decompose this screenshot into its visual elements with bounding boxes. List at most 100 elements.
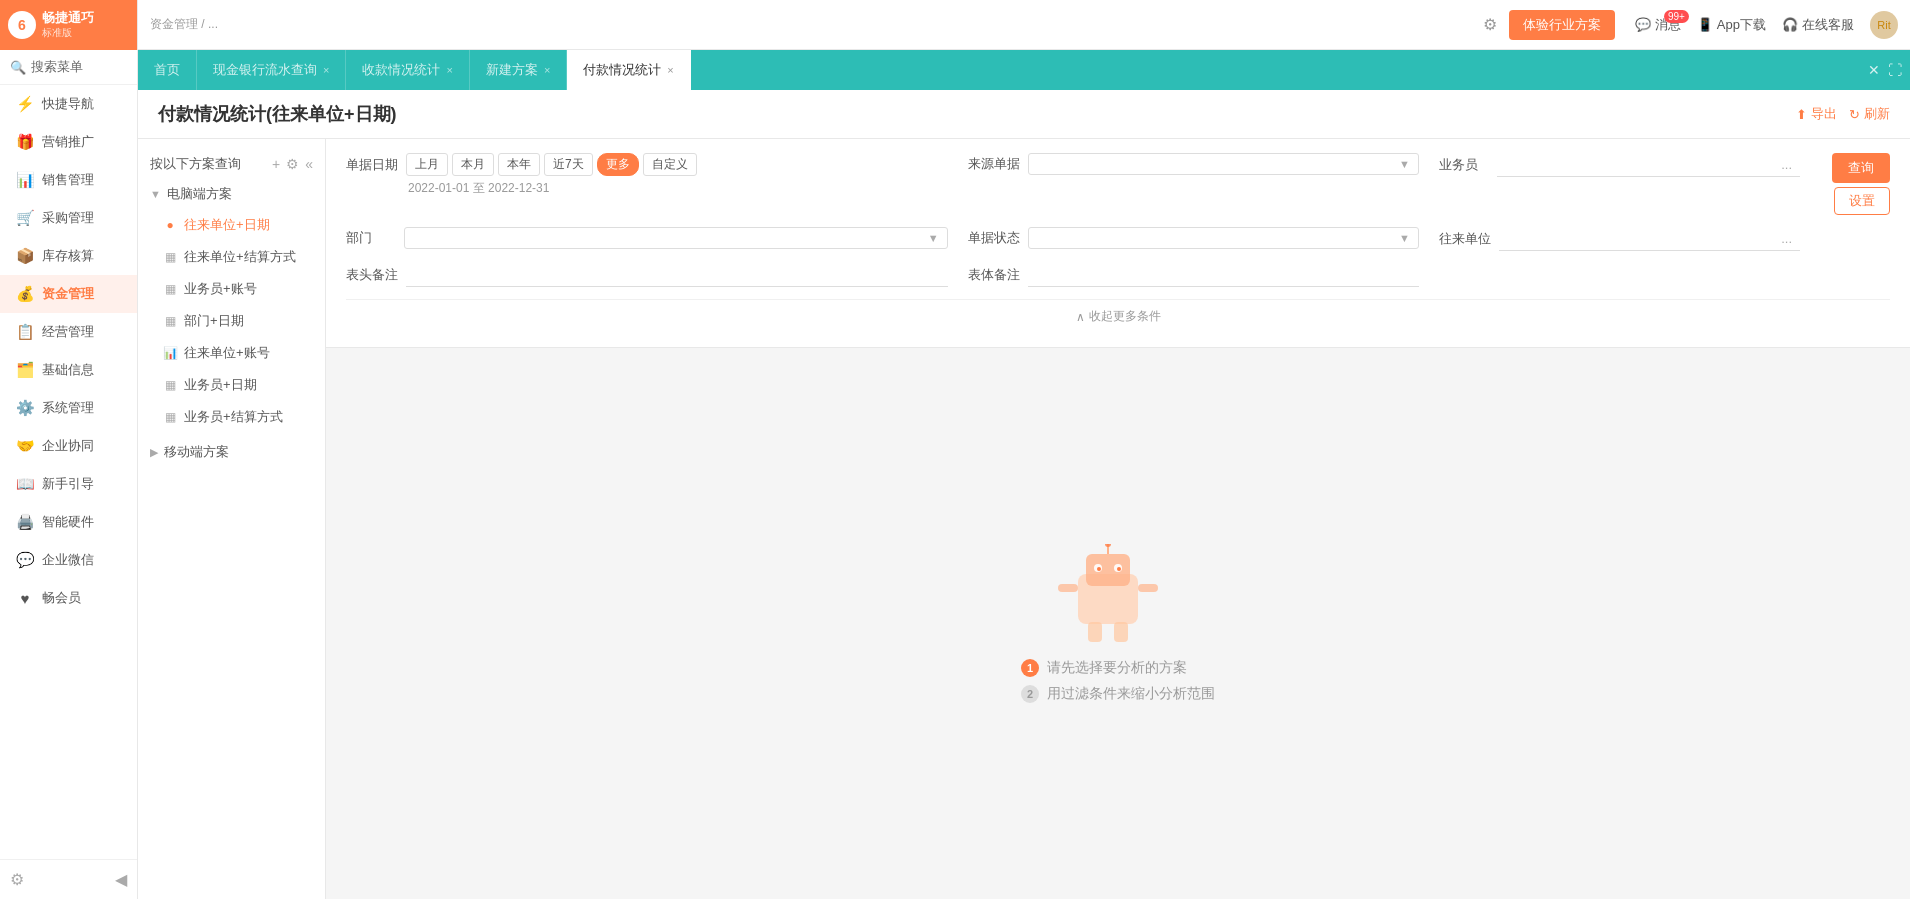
date-btn-custom[interactable]: 自定义 [643, 153, 697, 176]
tabbar: 首页 现金银行流水查询 × 收款情况统计 × 新建方案 × 付款情况统计 × ✕… [138, 50, 1910, 90]
empty-state: 1 请先选择要分析的方案 2 用过滤条件来缩小分析范围 [326, 348, 1910, 899]
mobile-group-label: 移动端方案 [164, 443, 229, 461]
sidebar-item-basic-info[interactable]: 🗂️ 基础信息 [0, 351, 137, 389]
search-menu-item[interactable]: 🔍 搜索菜单 [0, 50, 137, 85]
sidebar-item-finance[interactable]: 💰 资金管理 [0, 275, 137, 313]
app-download-button[interactable]: 📱 App下载 [1697, 16, 1766, 34]
scheme-settings-icon[interactable]: ⚙ [286, 156, 299, 172]
sidebar-brand: 畅捷通巧 标准版 [42, 10, 94, 40]
scheme-item-staff-settlement[interactable]: ▦ 业务员+结算方式 [138, 401, 325, 433]
tab-cash-flow-close[interactable]: × [323, 64, 329, 76]
export-button[interactable]: ⬆ 导出 [1796, 105, 1837, 123]
sidebar-item-label: 基础信息 [42, 361, 94, 379]
weixin-icon: 💬 [16, 551, 34, 569]
collapse-filter-bar[interactable]: ∧ 收起更多条件 [346, 299, 1890, 333]
filter-settings-button[interactable]: 设置 [1834, 187, 1890, 215]
sidebar-item-operation[interactable]: 📋 经营管理 [0, 313, 137, 351]
add-scheme-icon[interactable]: + [272, 156, 280, 172]
collapse-icon: ∧ [1076, 310, 1085, 324]
sidebar-item-sales[interactable]: 📊 销售管理 [0, 161, 137, 199]
sidebar-item-hardware[interactable]: 🖨️ 智能硬件 [0, 503, 137, 541]
sidebar-item-purchase[interactable]: 🛒 采购管理 [0, 199, 137, 237]
staff-dots[interactable]: ... [1781, 157, 1792, 172]
date-btn-last-month[interactable]: 上月 [406, 153, 448, 176]
svg-rect-8 [1088, 622, 1102, 642]
search-menu-label: 搜索菜单 [31, 58, 83, 76]
scheme-item-dept-date[interactable]: ▦ 部门+日期 [138, 305, 325, 337]
tab-payment-stat-close[interactable]: × [446, 64, 452, 76]
date-btn-7days[interactable]: 近7天 [544, 153, 593, 176]
date-btn-this-month[interactable]: 本月 [452, 153, 494, 176]
service-label: 在线客服 [1802, 16, 1854, 34]
hint-text-1: 请先选择要分析的方案 [1047, 659, 1187, 677]
tab-pay-stat[interactable]: 付款情况统计 × [567, 50, 690, 90]
status-select[interactable]: ▼ [1028, 227, 1419, 249]
scheme-item-label: 往来单位+账号 [184, 344, 270, 362]
mobile-scheme-group: ▶ 移动端方案 [138, 437, 325, 467]
sidebar-nav: ⚡ 快捷导航 🎁 营销推广 📊 销售管理 🛒 采购管理 📦 库存核算 💰 资金管… [0, 85, 137, 859]
sidebar-item-enterprise[interactable]: 🤝 企业协同 [0, 427, 137, 465]
left-panel-actions: + ⚙ « [272, 156, 313, 172]
tab-expand-icon[interactable]: ⛶ [1888, 62, 1902, 78]
tab-home[interactable]: 首页 [138, 50, 197, 90]
user-avatar[interactable]: Rit [1870, 11, 1898, 39]
body-note-input[interactable] [1028, 263, 1419, 287]
header-note-input[interactable] [406, 263, 948, 287]
system-icon: ⚙️ [16, 399, 34, 417]
date-btn-more[interactable]: 更多 [597, 153, 639, 176]
desktop-group-title[interactable]: ▼ 电脑端方案 [138, 179, 325, 209]
scheme-item-staff-account[interactable]: ▦ 业务员+账号 [138, 273, 325, 305]
scheme-item-unit-settlement[interactable]: ▦ 往来单位+结算方式 [138, 241, 325, 273]
sidebar-item-system[interactable]: ⚙️ 系统管理 [0, 389, 137, 427]
collapse-panel-icon[interactable]: « [305, 156, 313, 172]
status-arrow-icon: ▼ [1399, 232, 1410, 244]
date-btn-this-year[interactable]: 本年 [498, 153, 540, 176]
sidebar-item-inventory[interactable]: 📦 库存核算 [0, 237, 137, 275]
footer-settings-icon[interactable]: ⚙ [10, 870, 24, 889]
tab-cash-flow[interactable]: 现金银行流水查询 × [197, 50, 346, 90]
sidebar-item-vip[interactable]: ♥ 畅会员 [0, 579, 137, 617]
sidebar-item-label: 智能硬件 [42, 513, 94, 531]
sidebar-item-label: 畅会员 [42, 589, 81, 607]
unit-account-icon: 📊 [162, 345, 178, 361]
tab-new-scheme-close[interactable]: × [544, 64, 550, 76]
sidebar-item-weixin[interactable]: 💬 企业微信 [0, 541, 137, 579]
tab-home-label: 首页 [154, 61, 180, 79]
sidebar-item-marketing[interactable]: 🎁 营销推广 [0, 123, 137, 161]
trial-button[interactable]: 体验行业方案 [1509, 10, 1615, 40]
dept-select[interactable]: ▼ [404, 227, 948, 249]
refresh-button[interactable]: ↻ 刷新 [1849, 105, 1890, 123]
scheme-item-staff-date[interactable]: ▦ 业务员+日期 [138, 369, 325, 401]
enterprise-icon: 🤝 [16, 437, 34, 455]
mobile-group-arrow: ▶ [150, 446, 158, 459]
svg-rect-1 [1086, 554, 1130, 586]
unit-dots[interactable]: ... [1781, 231, 1792, 246]
filter-row-1: 单据日期 上月 本月 本年 近7天 更多 自定义 [346, 153, 1890, 215]
mobile-group-title[interactable]: ▶ 移动端方案 [138, 437, 325, 467]
sidebar-item-guide[interactable]: 📖 新手引导 [0, 465, 137, 503]
status-label: 单据状态 [968, 229, 1020, 247]
dept-label: 部门 [346, 229, 396, 247]
sidebar-header: 6 畅捷通巧 标准版 [0, 0, 137, 50]
online-service-button[interactable]: 🎧 在线客服 [1782, 16, 1854, 34]
content-area: 付款情况统计(往来单位+日期) ⬆ 导出 ↻ 刷新 按以下方案查询 + [138, 90, 1910, 899]
message-button[interactable]: 💬 消息 99+ [1635, 16, 1681, 34]
tab-payment-stat-label: 收款情况统计 [362, 61, 440, 79]
query-button[interactable]: 查询 [1832, 153, 1890, 183]
tab-close-all-icon[interactable]: ✕ [1868, 62, 1880, 78]
basic-info-icon: 🗂️ [16, 361, 34, 379]
footer-collapse-icon[interactable]: ◀ [115, 870, 127, 889]
sidebar-item-quick-nav[interactable]: ⚡ 快捷导航 [0, 85, 137, 123]
source-select[interactable]: ▼ [1028, 153, 1419, 175]
tab-pay-stat-close[interactable]: × [667, 64, 673, 76]
tab-new-scheme[interactable]: 新建方案 × [470, 50, 567, 90]
filter-row-3: 表头备注 表体备注 [346, 263, 1890, 287]
dept-date-icon: ▦ [162, 313, 178, 329]
scheme-item-unit-account[interactable]: 📊 往来单位+账号 [138, 337, 325, 369]
scheme-item-unit-date[interactable]: ● 往来单位+日期 [138, 209, 325, 241]
tab-payment-stat[interactable]: 收款情况统计 × [346, 50, 469, 90]
topbar-gear-icon[interactable]: ⚙ [1483, 15, 1497, 34]
filter-staff-item: 业务员 ... [1439, 153, 1800, 177]
sidebar-item-label: 采购管理 [42, 209, 94, 227]
staff-settlement-icon: ▦ [162, 409, 178, 425]
